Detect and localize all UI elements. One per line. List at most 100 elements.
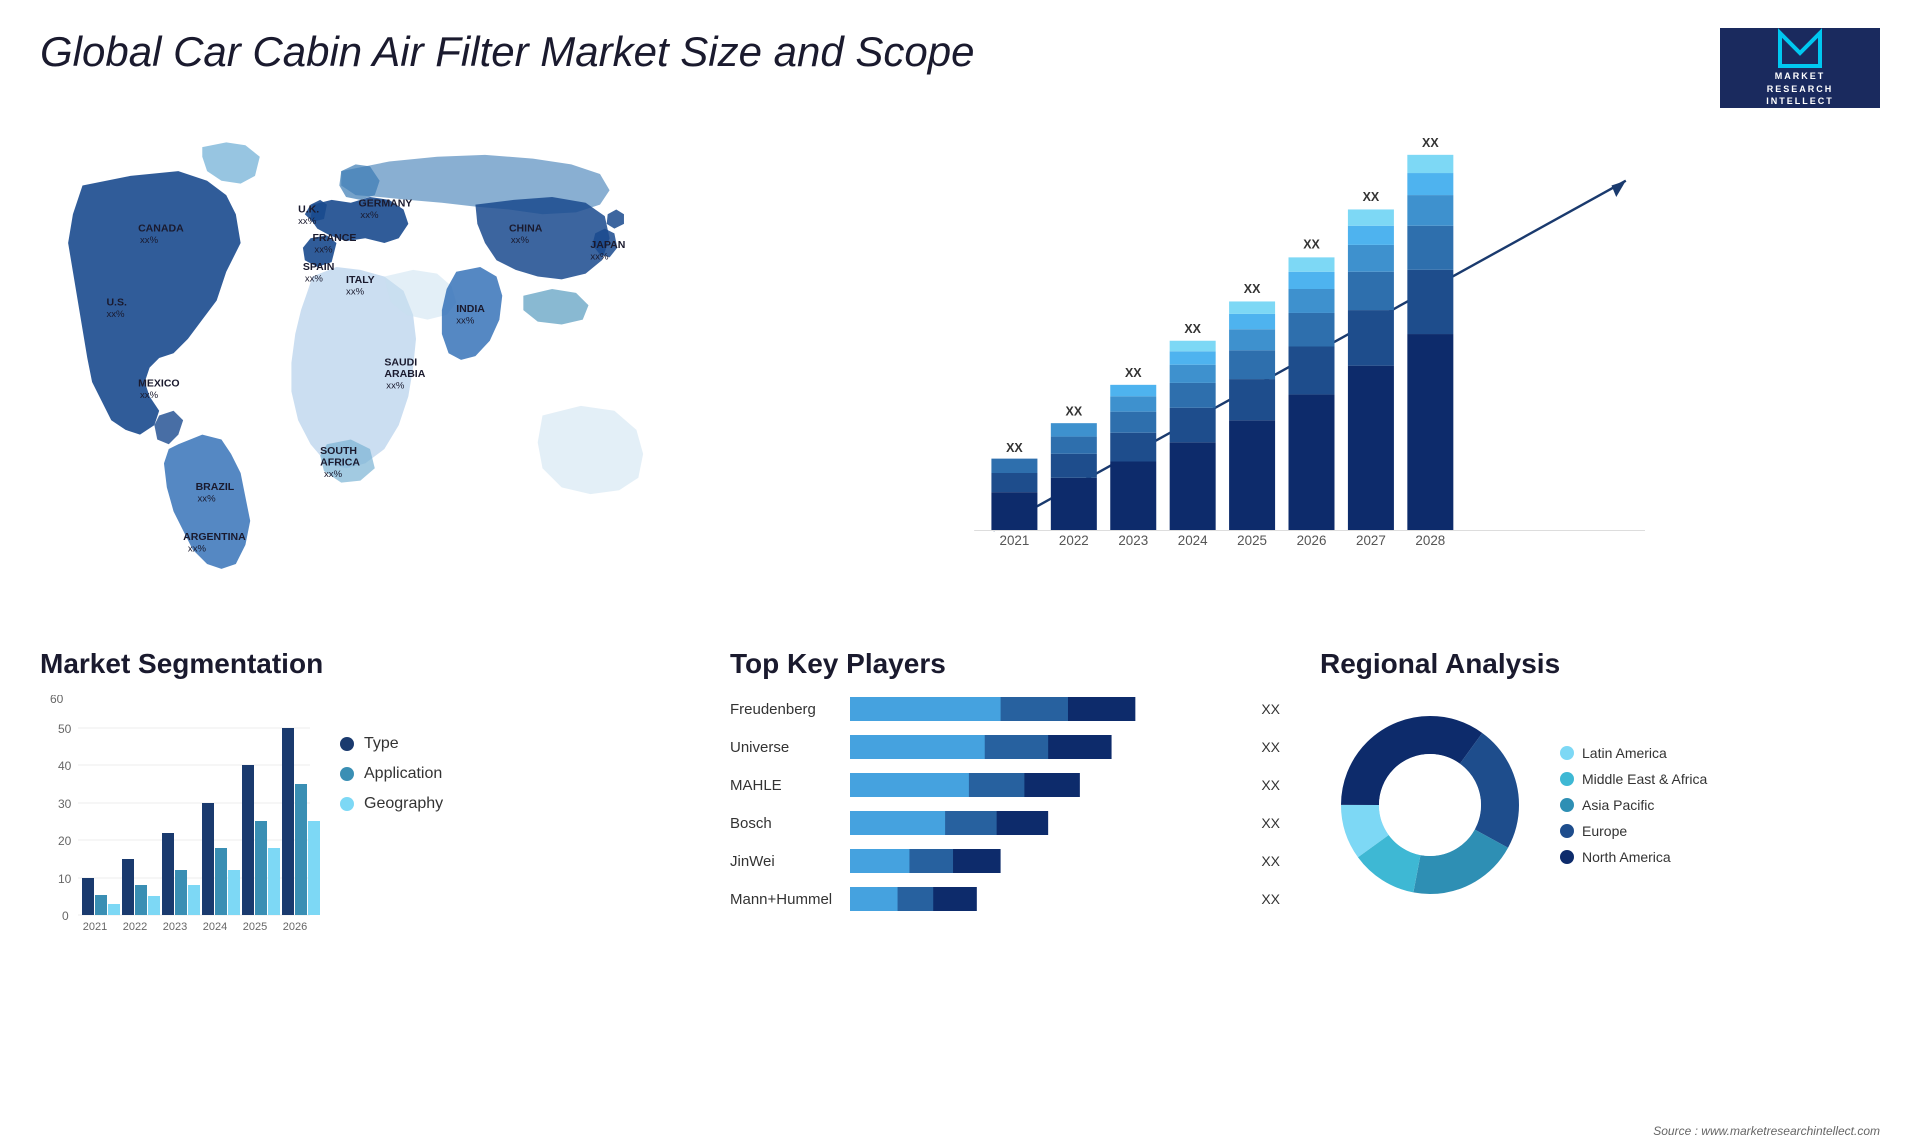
player-row-freudenberg: Freudenberg XX [730, 695, 1280, 723]
svg-text:20: 20 [58, 834, 72, 848]
svg-text:XX: XX [1006, 441, 1023, 455]
svg-text:CANADA: CANADA [138, 223, 184, 235]
segmentation-chart-area: 0 10 20 30 40 50 60 2021 [40, 695, 700, 975]
svg-text:xx%: xx% [140, 235, 159, 246]
player-row-mann-hummel: Mann+Hummel XX [730, 885, 1280, 913]
player-value-bosch: XX [1261, 815, 1280, 831]
svg-text:XX: XX [1125, 366, 1142, 380]
svg-text:xx%: xx% [346, 287, 365, 298]
svg-text:MEXICO: MEXICO [138, 378, 180, 390]
player-name-mahle: MAHLE [730, 777, 840, 794]
svg-text:xx%: xx% [314, 245, 333, 256]
svg-text:60: 60 [50, 695, 64, 706]
regional-dot-latin [1560, 746, 1574, 760]
svg-text:JAPAN: JAPAN [590, 239, 625, 251]
svg-text:FRANCE: FRANCE [313, 232, 357, 244]
player-name-bosch: Bosch [730, 815, 840, 832]
key-players-title: Top Key Players [730, 648, 1280, 680]
page-title: Global Car Cabin Air Filter Market Size … [40, 28, 975, 76]
player-value-jinwei: XX [1261, 853, 1280, 869]
regional-legend: Latin America Middle East & Africa Asia … [1560, 745, 1707, 865]
svg-text:CHINA: CHINA [509, 223, 543, 235]
svg-text:xx%: xx% [360, 210, 379, 221]
svg-text:2021: 2021 [83, 921, 107, 933]
svg-text:2023: 2023 [1118, 533, 1148, 548]
player-name-jinwei: JinWei [730, 853, 840, 870]
legend-type: Type [340, 735, 443, 753]
svg-text:xx%: xx% [140, 390, 159, 401]
player-row-bosch: Bosch XX [730, 809, 1280, 837]
regional-label-europe: Europe [1582, 823, 1627, 839]
svg-text:XX: XX [1066, 405, 1083, 419]
player-name-universe: Universe [730, 739, 840, 756]
regional-item-north-america: North America [1560, 849, 1707, 865]
svg-text:U.K.: U.K. [298, 203, 319, 215]
svg-text:xx%: xx% [305, 273, 324, 284]
segmentation-legend: Type Application Geography [340, 695, 443, 813]
svg-text:BRAZIL: BRAZIL [196, 481, 235, 493]
svg-text:xx%: xx% [386, 381, 405, 392]
player-row-mahle: MAHLE XX [730, 771, 1280, 799]
svg-text:GERMANY: GERMANY [359, 198, 413, 210]
segmentation-chart-svg: 0 10 20 30 40 50 60 2021 [40, 695, 320, 935]
player-bar-mann-hummel [850, 885, 1246, 913]
svg-text:2027: 2027 [1356, 533, 1386, 548]
svg-text:ARGENTINA: ARGENTINA [183, 531, 246, 543]
svg-text:SOUTH: SOUTH [320, 445, 357, 457]
svg-text:2022: 2022 [1059, 533, 1089, 548]
regional-label-north-america: North America [1582, 849, 1671, 865]
svg-text:30: 30 [58, 797, 72, 811]
regional-title: Regional Analysis [1320, 648, 1870, 680]
logo-box: MARKET RESEARCH INTELLECT [1720, 28, 1880, 108]
svg-text:xx%: xx% [456, 316, 475, 327]
legend-geography: Geography [340, 795, 443, 813]
regional-dot-north-america [1560, 850, 1574, 864]
svg-text:2026: 2026 [1297, 533, 1327, 548]
legend-type-label: Type [364, 735, 399, 753]
regional-item-apac: Asia Pacific [1560, 797, 1707, 813]
donut-chart-svg [1320, 695, 1540, 915]
svg-text:2024: 2024 [1178, 533, 1208, 548]
svg-text:XX: XX [1244, 282, 1261, 296]
bottom-right-panels: Top Key Players Freudenberg XX Universe [710, 638, 1890, 1134]
svg-text:U.S.: U.S. [106, 296, 127, 308]
map-section: CANADA xx% U.S. xx% MEXICO xx% BRAZIL xx… [30, 118, 710, 638]
svg-text:2025: 2025 [243, 921, 267, 933]
regional-label-latin: Latin America [1582, 745, 1667, 761]
legend-type-dot [340, 737, 354, 751]
regional-dot-mea [1560, 772, 1574, 786]
svg-text:ITALY: ITALY [346, 274, 375, 286]
regional-dot-europe [1560, 824, 1574, 838]
page-header: Global Car Cabin Air Filter Market Size … [0, 0, 1920, 118]
svg-text:XX: XX [1363, 190, 1380, 204]
svg-text:40: 40 [58, 759, 72, 773]
world-map-svg: CANADA xx% U.S. xx% MEXICO xx% BRAZIL xx… [40, 128, 700, 588]
svg-text:AFRICA: AFRICA [320, 456, 360, 468]
player-value-mann-hummel: XX [1261, 891, 1280, 907]
svg-text:XX: XX [1422, 136, 1439, 150]
svg-text:2022: 2022 [123, 921, 147, 933]
bar-chart-svg: XX 2021 XX 2022 XX 2023 [730, 128, 1870, 588]
player-name-mann-hummel: Mann+Hummel [730, 891, 840, 908]
logo: MARKET RESEARCH INTELLECT [1720, 28, 1880, 108]
player-value-freudenberg: XX [1261, 701, 1280, 717]
player-name-freudenberg: Freudenberg [730, 701, 840, 718]
bar-chart-container: XX 2021 XX 2022 XX 2023 [730, 128, 1870, 588]
player-bar-freudenberg [850, 695, 1246, 723]
regional-label-apac: Asia Pacific [1582, 797, 1654, 813]
donut-chart-area: Latin America Middle East & Africa Asia … [1320, 695, 1870, 915]
legend-application-dot [340, 767, 354, 781]
svg-text:2026: 2026 [283, 921, 307, 933]
svg-text:2025: 2025 [1237, 533, 1267, 548]
regional-dot-apac [1560, 798, 1574, 812]
logo-text: MARKET RESEARCH INTELLECT [1766, 70, 1834, 108]
player-value-universe: XX [1261, 739, 1280, 755]
regional-item-europe: Europe [1560, 823, 1707, 839]
player-value-mahle: XX [1261, 777, 1280, 793]
svg-text:2023: 2023 [163, 921, 187, 933]
player-bar-universe [850, 733, 1246, 761]
regional-label-mea: Middle East & Africa [1582, 771, 1707, 787]
svg-text:xx%: xx% [511, 235, 530, 246]
svg-text:xx%: xx% [106, 309, 125, 320]
legend-geography-dot [340, 797, 354, 811]
